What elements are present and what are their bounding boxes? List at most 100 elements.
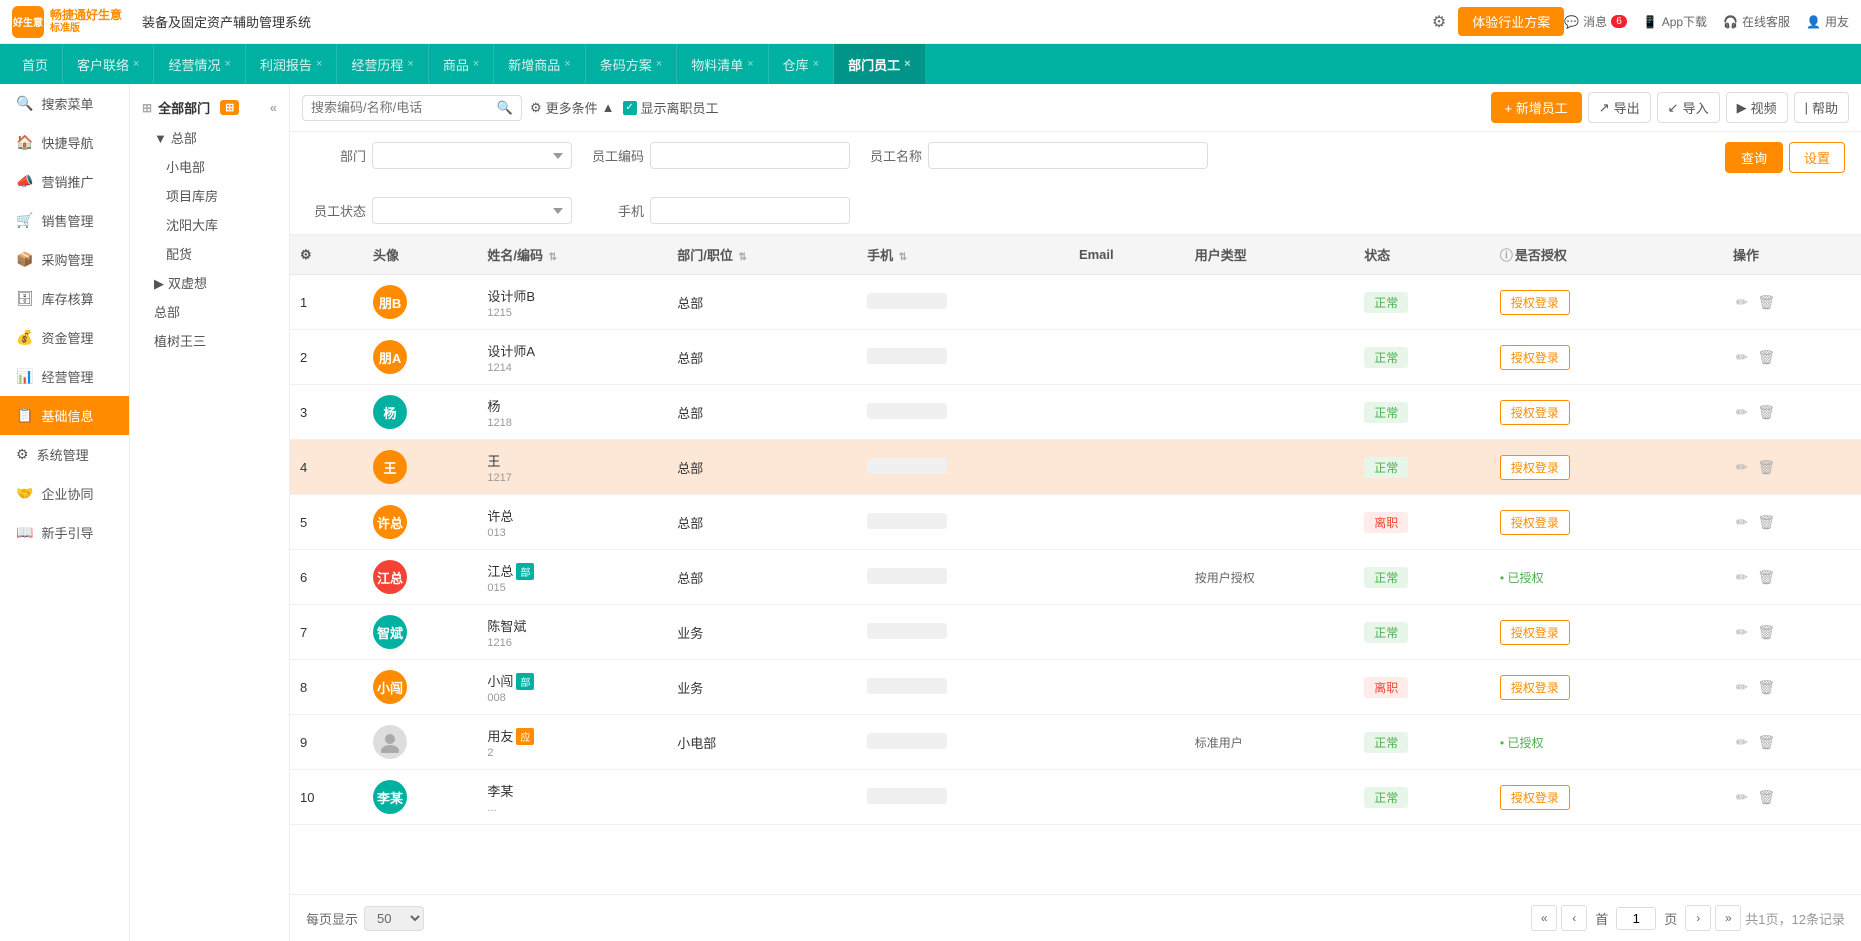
dept-item-zhishu[interactable]: 植树王三 xyxy=(142,326,289,355)
status-badge: 离职 xyxy=(1364,512,1408,533)
emp-code-input[interactable] xyxy=(650,142,850,169)
search-input[interactable] xyxy=(311,100,497,115)
page-size-select[interactable]: 50 10 20 100 xyxy=(364,906,424,931)
first-page-btn[interactable]: « xyxy=(1531,905,1557,931)
col-name[interactable]: 姓名/编码 ⇅ xyxy=(477,235,667,275)
delete-icon[interactable]: 🗑 xyxy=(1757,624,1775,640)
more-filter-btn[interactable]: ⚙ 更多条件 ▲ xyxy=(530,98,615,117)
edit-icon[interactable]: ✏ xyxy=(1736,404,1748,420)
sidebar-item-collab[interactable]: 🤝 企业协同 xyxy=(0,474,129,513)
sidebar-item-basic[interactable]: 📋 基础信息 xyxy=(0,396,129,435)
auth-granted: • 已授权 xyxy=(1500,571,1544,585)
page-input[interactable] xyxy=(1616,907,1656,930)
edit-icon[interactable]: ✏ xyxy=(1736,294,1748,310)
dept-group-shuangxuxiang[interactable]: ▶双虚想 xyxy=(142,268,289,297)
sidebar-item-marketing[interactable]: 📣 营销推广 xyxy=(0,162,129,201)
cell-auth: • 已授权 xyxy=(1490,715,1681,770)
col-dept[interactable]: 部门/职位 ⇅ xyxy=(667,235,857,275)
sidebar-item-purchase[interactable]: 📦 采购管理 xyxy=(0,240,129,279)
last-page-btn[interactable]: » xyxy=(1715,905,1741,931)
edit-icon[interactable]: ✏ xyxy=(1736,624,1748,640)
tab-warehouse[interactable]: 仓库 × xyxy=(769,44,834,84)
help-button[interactable]: | 帮助 xyxy=(1794,92,1849,123)
tab-operation[interactable]: 经营情况 × xyxy=(154,44,245,84)
dept-item-zongbu[interactable]: 总部 xyxy=(142,297,289,326)
tab-employees[interactable]: 部门员工 × xyxy=(834,44,925,84)
sidebar-item-system[interactable]: ⚙ 系统管理 xyxy=(0,435,129,474)
show-resigned-checkbox[interactable]: ✓ 显示离职员工 xyxy=(623,98,719,117)
emp-name-input[interactable] xyxy=(928,142,1208,169)
phone-input[interactable] xyxy=(650,197,850,224)
delete-icon[interactable]: 🗑 xyxy=(1757,789,1775,805)
auth-login-btn[interactable]: 授权登录 xyxy=(1500,785,1570,810)
cell-empty xyxy=(1681,660,1723,715)
next-page-btn[interactable]: › xyxy=(1685,905,1711,931)
tab-history[interactable]: 经营历程 × xyxy=(337,44,428,84)
dept-item-shenyangdaku[interactable]: 沈阳大库 xyxy=(142,210,289,239)
dept-item-xiaodianbu[interactable]: 小电部 xyxy=(142,152,289,181)
dept-group-zongbu[interactable]: ▼总部 xyxy=(142,123,289,152)
collapse-btn[interactable]: « xyxy=(270,100,277,115)
tab-profit[interactable]: 利润报告 × xyxy=(246,44,337,84)
sidebar-item-finance[interactable]: 💰 资金管理 xyxy=(0,318,129,357)
export-button[interactable]: ↗ 导出 xyxy=(1588,92,1651,123)
avatar: 王 xyxy=(373,450,407,484)
app-download-button[interactable]: 📱 App下载 xyxy=(1643,13,1707,30)
edit-icon[interactable]: ✏ xyxy=(1736,789,1748,805)
tab-barcode[interactable]: 条码方案 × xyxy=(586,44,677,84)
set-button[interactable]: 设置 xyxy=(1789,142,1845,173)
edit-icon[interactable]: ✏ xyxy=(1736,349,1748,365)
edit-icon[interactable]: ✏ xyxy=(1736,734,1748,750)
tab-home[interactable]: 首页 xyxy=(8,44,63,84)
prev-page-btn[interactable]: ‹ xyxy=(1561,905,1587,931)
delete-icon[interactable]: 🗑 xyxy=(1757,294,1775,310)
trial-button[interactable]: 体验行业方案 xyxy=(1458,7,1564,36)
sidebar-item-operation[interactable]: 📊 经营管理 xyxy=(0,357,129,396)
edit-icon[interactable]: ✏ xyxy=(1736,679,1748,695)
auth-login-btn[interactable]: 授权登录 xyxy=(1500,675,1570,700)
sidebar-item-sales[interactable]: 🛒 销售管理 xyxy=(0,201,129,240)
sidebar-item-inventory[interactable]: 🗄 库存核算 xyxy=(0,279,129,318)
settings-icon[interactable]: ⚙ xyxy=(1432,12,1446,32)
dept-filter-select[interactable] xyxy=(372,142,572,169)
user-icon: 👤 xyxy=(1806,15,1821,29)
edit-icon[interactable]: ✏ xyxy=(1736,459,1748,475)
auth-login-btn[interactable]: 授权登录 xyxy=(1500,400,1570,425)
dept-all[interactable]: ⊞ 全部部门 ⊞ « xyxy=(130,92,289,123)
auth-login-btn[interactable]: 授权登录 xyxy=(1500,510,1570,535)
edit-icon[interactable]: ✏ xyxy=(1736,514,1748,530)
edit-icon[interactable]: ✏ xyxy=(1736,569,1748,585)
delete-icon[interactable]: 🗑 xyxy=(1757,459,1775,475)
user-menu[interactable]: 👤 用友 xyxy=(1806,13,1849,30)
sidebar-item-search[interactable]: 🔍 搜索菜单 xyxy=(0,84,129,123)
tab-goods[interactable]: 商品 × xyxy=(429,44,494,84)
sidebar-item-guide[interactable]: 📖 新手引导 xyxy=(0,513,129,552)
auth-login-btn[interactable]: 授权登录 xyxy=(1500,620,1570,645)
sidebar-item-quicknav[interactable]: 🏠 快捷导航 xyxy=(0,123,129,162)
auth-login-btn[interactable]: 授权登录 xyxy=(1500,345,1570,370)
emp-status-select[interactable] xyxy=(372,197,572,224)
delete-icon[interactable]: 🗑 xyxy=(1757,679,1775,695)
delete-icon[interactable]: 🗑 xyxy=(1757,569,1775,585)
delete-icon[interactable]: 🗑 xyxy=(1757,514,1775,530)
dept-item-peihuo[interactable]: 配货 xyxy=(142,239,289,268)
auth-login-btn[interactable]: 授权登录 xyxy=(1500,290,1570,315)
tab-bom[interactable]: 物料清单 × xyxy=(677,44,768,84)
online-service-button[interactable]: 🎧 在线客服 xyxy=(1723,13,1790,30)
message-button[interactable]: 💬 消息 6 xyxy=(1564,13,1627,30)
view-button[interactable]: ▶ 视频 xyxy=(1726,92,1788,123)
auth-login-btn[interactable]: 授权登录 xyxy=(1500,455,1570,480)
tab-new-goods[interactable]: 新增商品 × xyxy=(494,44,585,84)
import-button[interactable]: ↙ 导入 xyxy=(1657,92,1720,123)
search-button[interactable]: 查询 xyxy=(1725,142,1783,173)
add-employee-button[interactable]: + 新增员工 xyxy=(1491,92,1582,123)
search-input-wrap[interactable]: 🔍 xyxy=(302,95,522,121)
dept-item-xiangmukufang[interactable]: 项目库房 xyxy=(142,181,289,210)
tab-customer[interactable]: 客户联络 × xyxy=(63,44,154,84)
col-phone[interactable]: 手机 ⇅ xyxy=(857,235,1069,275)
delete-icon[interactable]: 🗑 xyxy=(1757,734,1775,750)
delete-icon[interactable]: 🗑 xyxy=(1757,349,1775,365)
cell-usertype: 按用户授权 xyxy=(1185,550,1355,605)
col-settings[interactable]: ⚙ xyxy=(290,235,363,275)
delete-icon[interactable]: 🗑 xyxy=(1757,404,1775,420)
